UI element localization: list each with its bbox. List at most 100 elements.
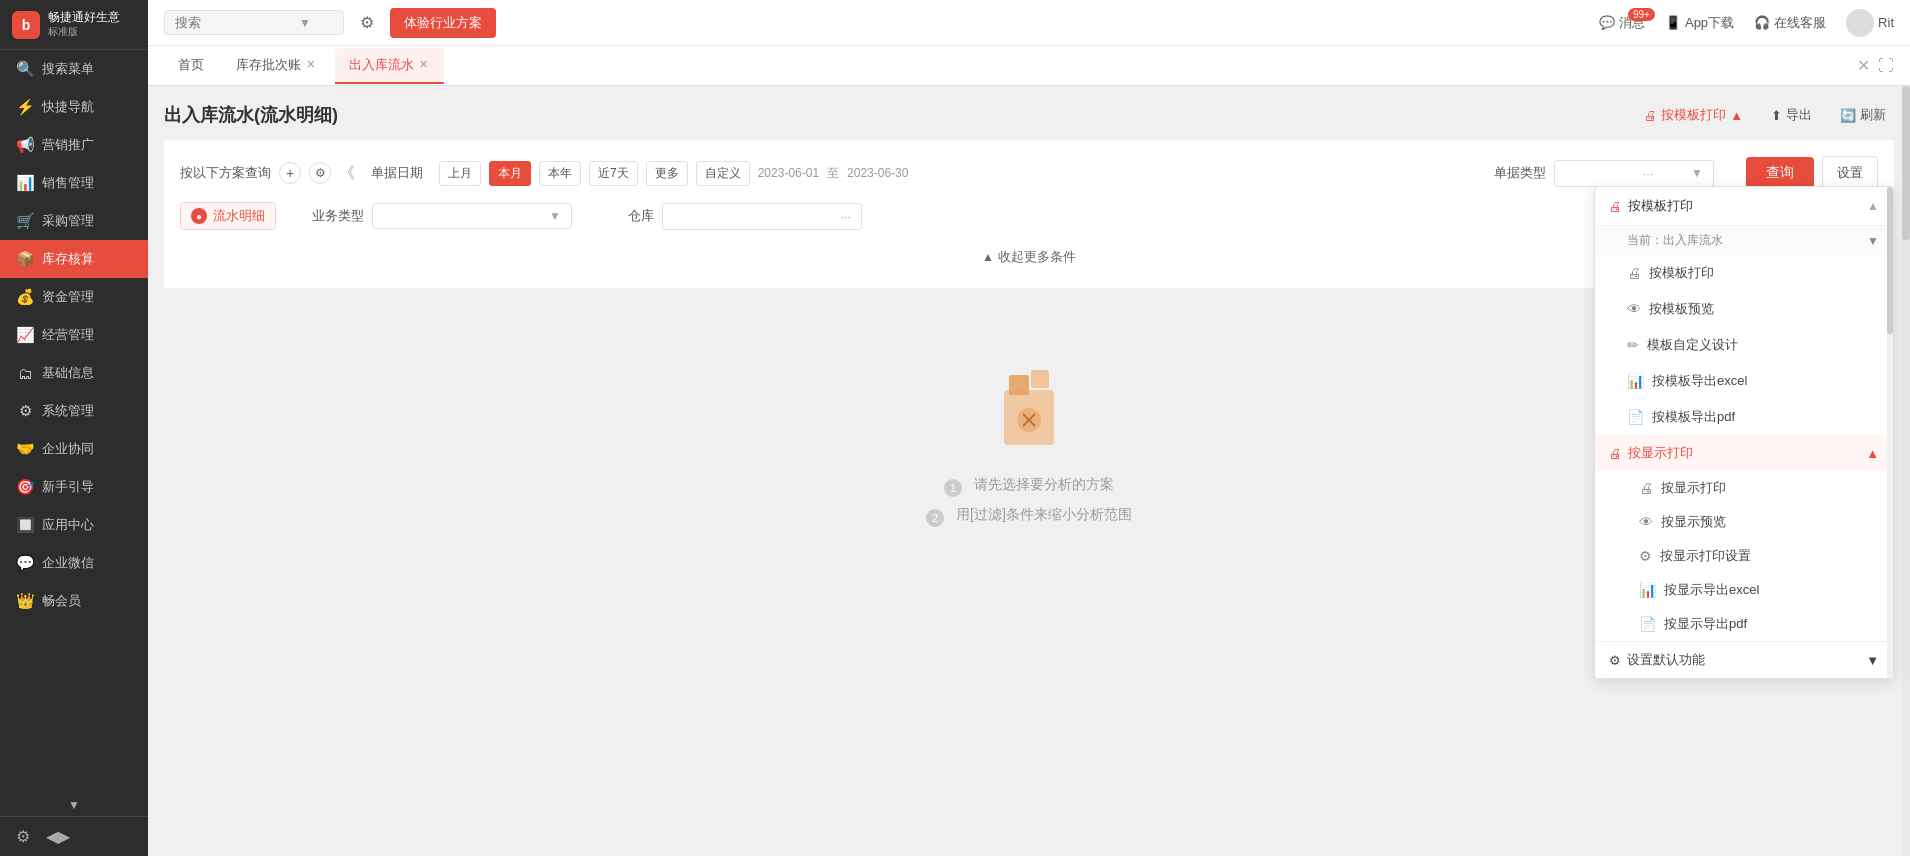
- setup-button[interactable]: 设置: [1822, 156, 1878, 190]
- filter-collapse-icon[interactable]: 《: [339, 163, 355, 184]
- sidebar-settings-icon[interactable]: ⚙: [16, 827, 30, 846]
- dropdown-template-print[interactable]: 🖨 按模板打印: [1595, 255, 1893, 291]
- sidebar-item-purchase[interactable]: 🛒 采购管理: [0, 202, 148, 240]
- warehouse-select[interactable]: ···: [662, 203, 862, 230]
- doc-type-more[interactable]: ···: [1643, 166, 1654, 181]
- sidebar-item-guide[interactable]: 🎯 新手引导: [0, 468, 148, 506]
- business-type-arrow[interactable]: ▼: [549, 209, 561, 223]
- dropdown-template-excel[interactable]: 📊 按模板导出excel: [1595, 363, 1893, 399]
- filter-add-button[interactable]: +: [279, 162, 301, 184]
- doc-type-arrow[interactable]: ▼: [1691, 166, 1703, 180]
- default-func-arrow[interactable]: ▼: [1866, 653, 1879, 668]
- print-template-button[interactable]: 🖨 按模板打印 ▲: [1636, 102, 1751, 128]
- display-print-group-header[interactable]: 🖨 按显示打印 ▲: [1595, 435, 1893, 471]
- dropdown-scrollbar-thumb[interactable]: [1887, 187, 1893, 334]
- app-download-icon: 📱: [1665, 15, 1681, 30]
- online-service-item[interactable]: 🎧 在线客服: [1754, 14, 1826, 32]
- hint-row-2: 2 用[过滤]条件来缩小分析范围: [926, 506, 1132, 530]
- sidebar-item-label: 企业协同: [42, 440, 94, 458]
- dropdown-display-settings[interactable]: ⚙ 按显示打印设置: [1595, 539, 1893, 573]
- sidebar-bottom: ⚙ ◀▶: [0, 816, 148, 856]
- business-type-select[interactable]: ▼: [372, 203, 572, 229]
- dropdown-display-pdf[interactable]: 📄 按显示导出pdf: [1595, 607, 1893, 641]
- finance-icon: 💰: [16, 288, 34, 306]
- app-download-item[interactable]: 📱 App下载: [1665, 14, 1734, 32]
- filter-settings-button[interactable]: ⚙: [309, 162, 331, 184]
- date-this-month-btn[interactable]: 本月: [489, 161, 531, 186]
- window-maximize-icon[interactable]: ⛶: [1878, 57, 1894, 75]
- doc-type-select[interactable]: ··· ▼: [1554, 160, 1714, 187]
- sidebar-item-inventory[interactable]: 📦 库存核算: [0, 240, 148, 278]
- tab-flow-close[interactable]: ×: [417, 56, 429, 72]
- app-download-label: App下载: [1685, 14, 1734, 32]
- sidebar-collapse-icon[interactable]: ◀▶: [46, 827, 70, 846]
- date-custom-btn[interactable]: 自定义: [696, 161, 750, 186]
- sidebar-item-wechat[interactable]: 💬 企业微信: [0, 544, 148, 582]
- header-gear-icon[interactable]: ⚙: [356, 9, 378, 36]
- sidebar-item-finance[interactable]: 💰 资金管理: [0, 278, 148, 316]
- display-group-arrow[interactable]: ▲: [1866, 446, 1879, 461]
- window-close-icon[interactable]: ✕: [1857, 56, 1870, 75]
- date-to: 2023-06-30: [847, 166, 908, 180]
- dropdown-scrollbar[interactable]: [1887, 187, 1893, 678]
- dropdown-display-preview[interactable]: 👁 按显示预览: [1595, 505, 1893, 539]
- date-filter-label: 单据日期: [371, 164, 423, 182]
- sidebar-item-app-center[interactable]: 🔲 应用中心: [0, 506, 148, 544]
- flow-tag-label: 流水明细: [213, 207, 265, 225]
- date-more-btn[interactable]: 更多: [646, 161, 688, 186]
- filter-actions: 按以下方案查询 + ⚙ 《: [180, 162, 355, 184]
- trial-button[interactable]: 体验行业方案: [390, 8, 496, 38]
- dropdown-toggle-icon[interactable]: ▲: [1867, 199, 1879, 213]
- dropdown-template-pdf[interactable]: 📄 按模板导出pdf: [1595, 399, 1893, 435]
- sidebar-item-operation[interactable]: 📈 经营管理: [0, 316, 148, 354]
- tab-batch[interactable]: 库存批次账 ×: [222, 48, 331, 84]
- purchase-icon: 🛒: [16, 212, 34, 230]
- dropdown-template-preview[interactable]: 👁 按模板预览: [1595, 291, 1893, 327]
- display-pdf-icon: 📄: [1639, 616, 1656, 632]
- sidebar-item-quick-nav[interactable]: ⚡ 快捷导航: [0, 88, 148, 126]
- message-badge: 99+: [1628, 8, 1655, 21]
- display-print-label: 按显示打印: [1661, 479, 1726, 497]
- sidebar-item-system[interactable]: ⚙ 系统管理: [0, 392, 148, 430]
- print-dropdown-panel: 🖨 按模板打印 ▲ 当前：出入库流水 ▼ 🖨 按模板打印 👁 按模板预览: [1594, 186, 1894, 679]
- svg-rect-2: [1031, 370, 1049, 388]
- sidebar-item-basic[interactable]: 🗂 基础信息: [0, 354, 148, 392]
- page-header: 出入库流水(流水明细) 🖨 按模板打印 ▲ ⬆ 导出 🔄 刷新: [164, 102, 1894, 128]
- sidebar-item-member[interactable]: 👑 畅会员: [0, 582, 148, 620]
- header-search-box[interactable]: ▼: [164, 10, 344, 35]
- guide-icon: 🎯: [16, 478, 34, 496]
- page-scrollbar[interactable]: [1902, 86, 1910, 856]
- dropdown-header: 🖨 按模板打印 ▲: [1595, 187, 1893, 226]
- current-arrow[interactable]: ▼: [1867, 234, 1879, 248]
- print-dropdown-arrow[interactable]: ▲: [1730, 108, 1743, 123]
- window-controls: ✕ ⛶: [1857, 56, 1894, 75]
- message-item[interactable]: 💬 消息 99+: [1599, 14, 1645, 32]
- refresh-button[interactable]: 🔄 刷新: [1832, 102, 1894, 128]
- dropdown-display-print[interactable]: 🖨 按显示打印: [1595, 471, 1893, 505]
- warehouse-more[interactable]: ···: [840, 209, 851, 224]
- date-last-month-btn[interactable]: 上月: [439, 161, 481, 186]
- date-this-year-btn[interactable]: 本年: [539, 161, 581, 186]
- sidebar-item-search[interactable]: 🔍 搜索菜单: [0, 50, 148, 88]
- tab-batch-close[interactable]: ×: [305, 56, 317, 72]
- tab-flow[interactable]: 出入库流水 ×: [335, 48, 444, 84]
- header-search-input[interactable]: [175, 15, 295, 30]
- user-profile[interactable]: Rit: [1846, 9, 1894, 37]
- tab-home[interactable]: 首页: [164, 48, 218, 84]
- page-scrollbar-thumb[interactable]: [1902, 86, 1910, 240]
- date-7days-btn[interactable]: 近7天: [589, 161, 638, 186]
- sidebar-item-cooperation[interactable]: 🤝 企业协同: [0, 430, 148, 468]
- sidebar-item-label: 基础信息: [42, 364, 94, 382]
- export-button[interactable]: ⬆ 导出: [1763, 102, 1820, 128]
- flow-tag[interactable]: ● 流水明细: [180, 202, 276, 230]
- display-excel-icon: 📊: [1639, 582, 1656, 598]
- sidebar-scroll-down[interactable]: ▼: [0, 794, 148, 816]
- dropdown-default-func[interactable]: ⚙ 设置默认功能 ▼: [1595, 641, 1893, 678]
- sidebar-item-sales[interactable]: 📊 销售管理: [0, 164, 148, 202]
- dropdown-display-excel[interactable]: 📊 按显示导出excel: [1595, 573, 1893, 607]
- date-separator: 至: [827, 165, 839, 182]
- search-dropdown-icon[interactable]: ▼: [299, 16, 311, 30]
- sidebar-item-marketing[interactable]: 📢 营销推广: [0, 126, 148, 164]
- query-button[interactable]: 查询: [1746, 157, 1814, 189]
- dropdown-template-custom[interactable]: ✏ 模板自定义设计: [1595, 327, 1893, 363]
